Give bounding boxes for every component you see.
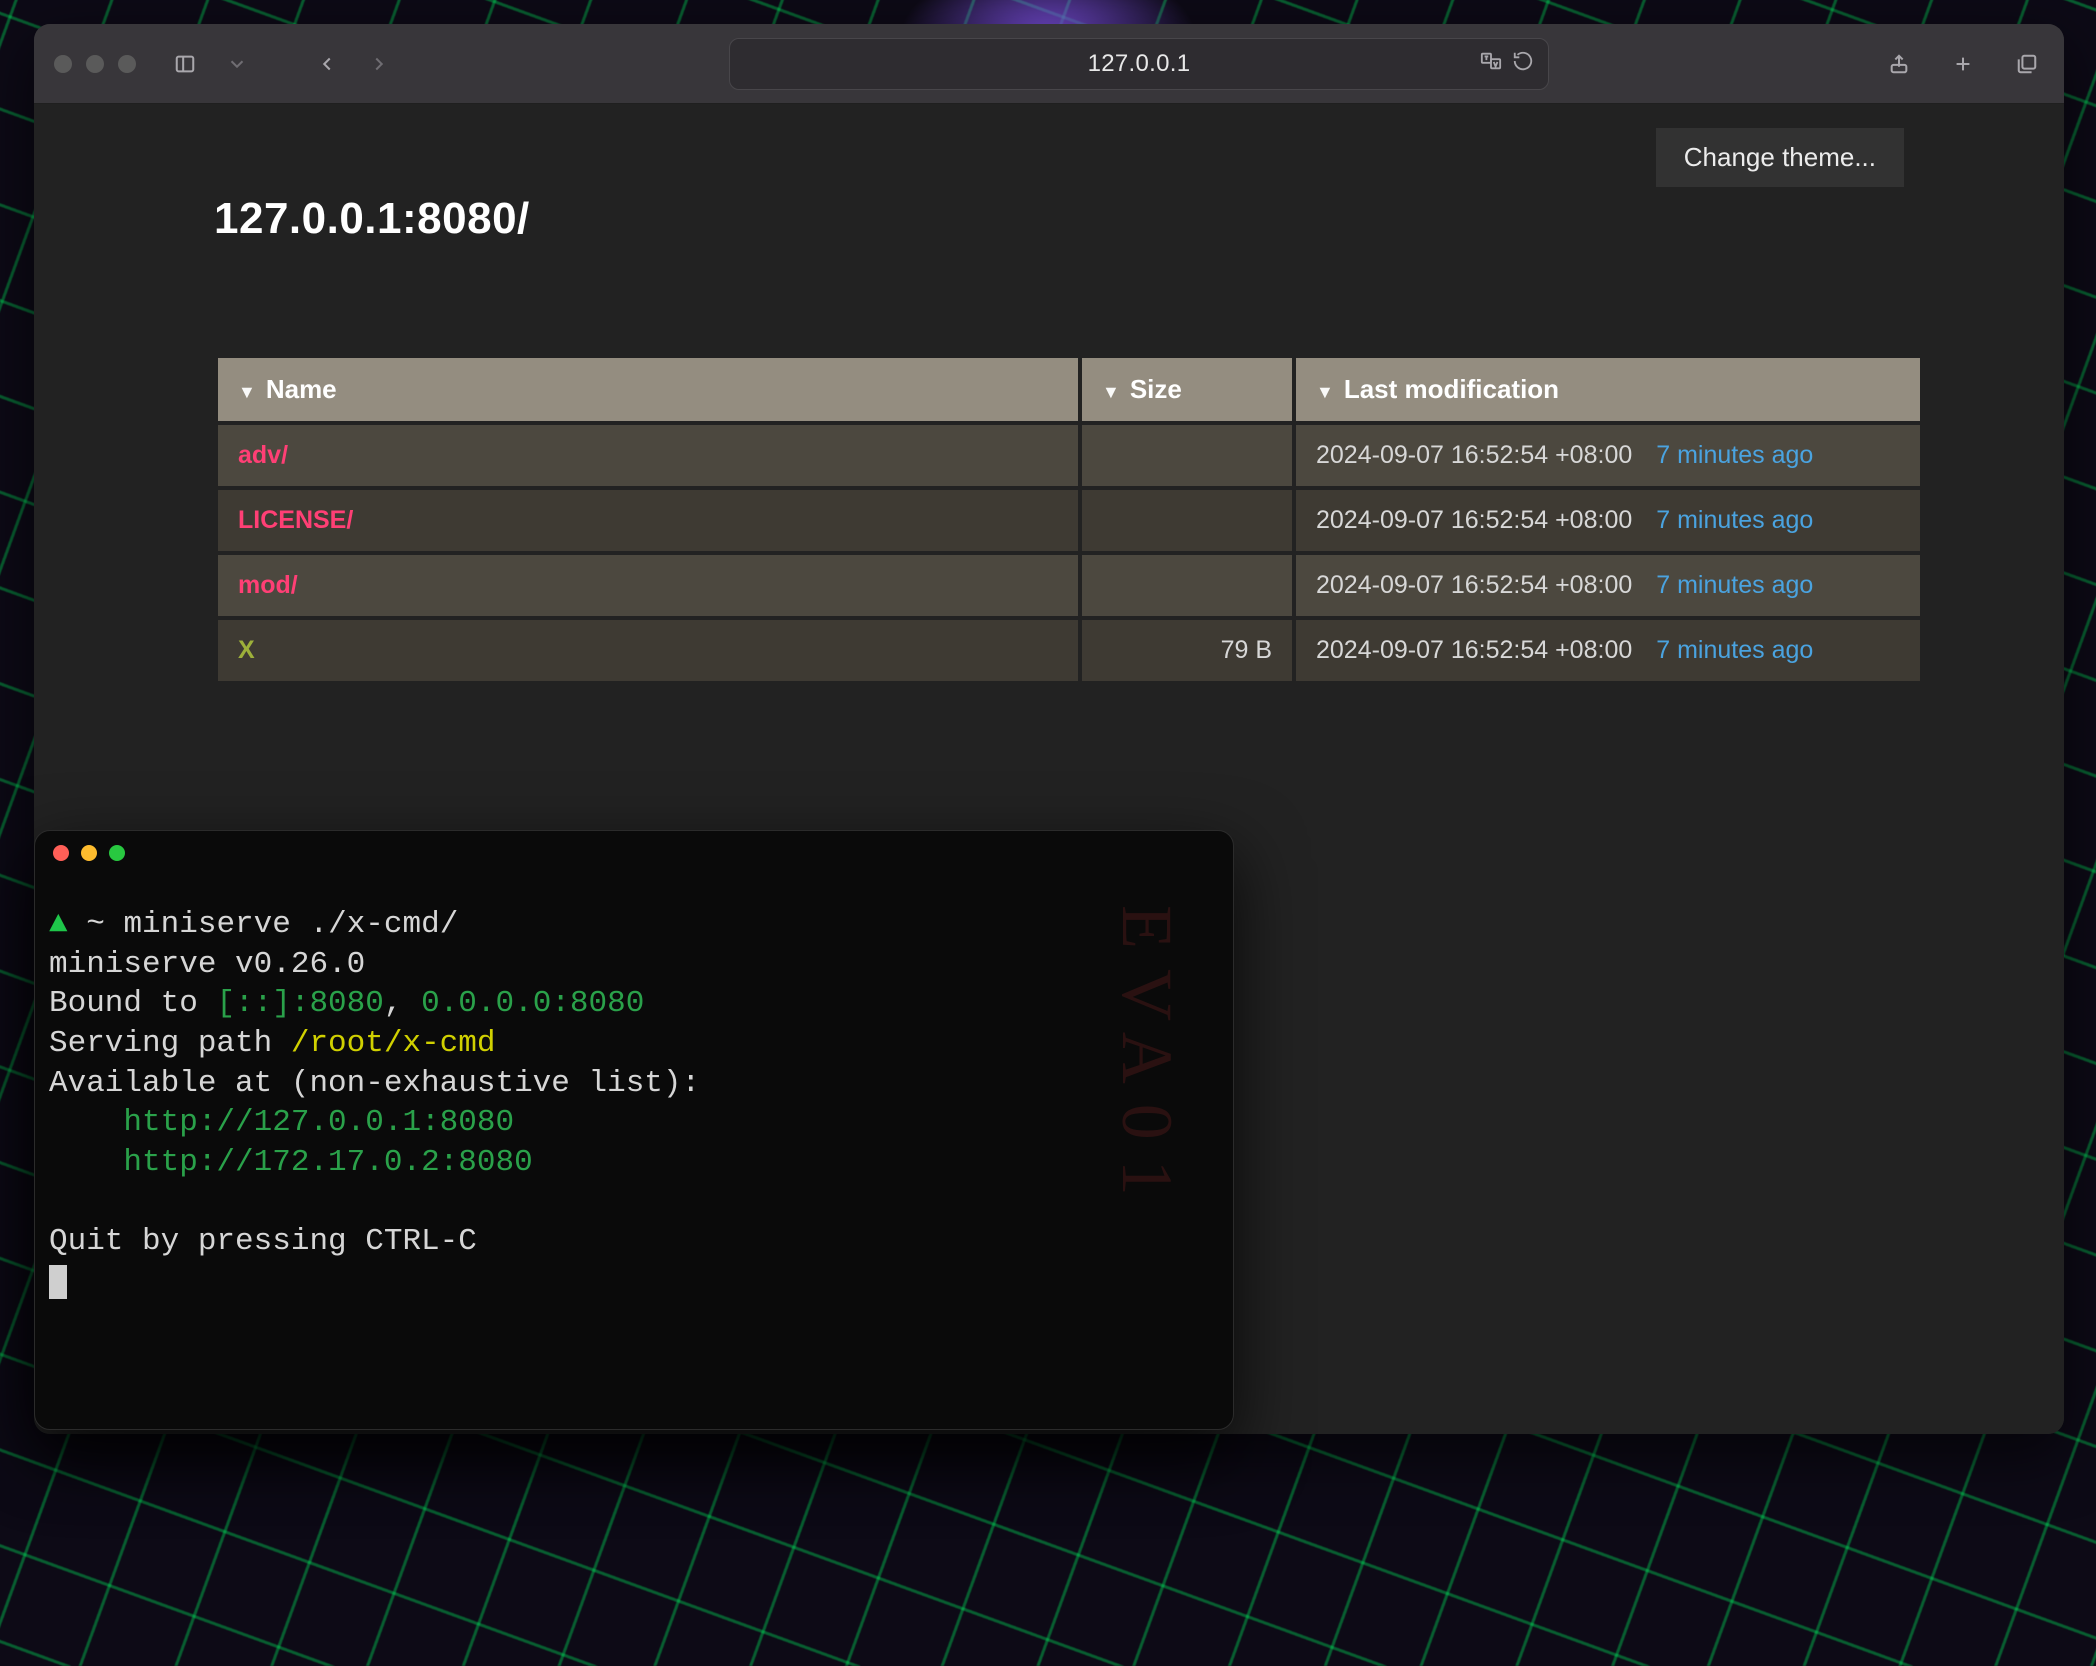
modified-cell: 2024-09-07 16:52:54 +08:007 minutes ago — [1296, 555, 1920, 616]
dir-link[interactable]: mod/ — [238, 571, 298, 599]
chevron-down-icon[interactable] — [220, 47, 254, 81]
file-listing-table: ▼Name ▼Size ▼Last modification adv/ 2024… — [214, 354, 1924, 685]
size-cell — [1082, 425, 1292, 486]
dir-link[interactable]: adv/ — [238, 441, 288, 469]
size-cell — [1082, 555, 1292, 616]
file-link[interactable]: X — [238, 636, 255, 664]
modified-cell: 2024-09-07 16:52:54 +08:007 minutes ago — [1296, 490, 1920, 551]
share-icon[interactable] — [1882, 47, 1916, 81]
terminal-window[interactable]: EVA01 ▲ ~ miniserve ./x-cmd/ miniserve v… — [34, 830, 1234, 1430]
change-theme-button[interactable]: Change theme... — [1656, 128, 1904, 187]
new-tab-icon[interactable] — [1946, 47, 1980, 81]
col-size-header[interactable]: ▼Size — [1082, 358, 1292, 421]
modified-cell: 2024-09-07 16:52:54 +08:007 minutes ago — [1296, 425, 1920, 486]
table-row: LICENSE/ 2024-09-07 16:52:54 +08:007 min… — [218, 490, 1920, 551]
size-cell: 79 B — [1082, 620, 1292, 681]
terminal-cursor — [49, 1265, 67, 1299]
modified-cell: 2024-09-07 16:52:54 +08:007 minutes ago — [1296, 620, 1920, 681]
browser-toolbar: 127.0.0.1 — [34, 24, 2064, 104]
page-title: 127.0.0.1:8080/ — [214, 194, 1884, 244]
dir-link[interactable]: LICENSE/ — [238, 506, 353, 534]
forward-icon[interactable] — [362, 47, 396, 81]
url-bar[interactable]: 127.0.0.1 — [729, 38, 1549, 90]
sidebar-toggle-icon[interactable] — [168, 47, 202, 81]
table-row: X 79 B 2024-09-07 16:52:54 +08:007 minut… — [218, 620, 1920, 681]
table-row: mod/ 2024-09-07 16:52:54 +08:007 minutes… — [218, 555, 1920, 616]
window-controls[interactable] — [54, 55, 136, 73]
terminal-body[interactable]: EVA01 ▲ ~ miniserve ./x-cmd/ miniserve v… — [35, 875, 1233, 1429]
zoom-dot[interactable] — [109, 845, 125, 861]
translate-icon[interactable] — [1480, 50, 1502, 77]
tabs-icon[interactable] — [2010, 47, 2044, 81]
zoom-dot[interactable] — [118, 55, 136, 73]
url-text: 127.0.0.1 — [1088, 50, 1191, 78]
col-modified-header[interactable]: ▼Last modification — [1296, 358, 1920, 421]
terminal-titlebar[interactable] — [35, 831, 1233, 875]
col-name-header[interactable]: ▼Name — [218, 358, 1078, 421]
minimize-dot[interactable] — [81, 845, 97, 861]
minimize-dot[interactable] — [86, 55, 104, 73]
close-dot[interactable] — [53, 845, 69, 861]
size-cell — [1082, 490, 1292, 551]
reload-icon[interactable] — [1512, 50, 1534, 77]
close-dot[interactable] — [54, 55, 72, 73]
back-icon[interactable] — [310, 47, 344, 81]
table-row: adv/ 2024-09-07 16:52:54 +08:007 minutes… — [218, 425, 1920, 486]
terminal-output: ▲ ~ miniserve ./x-cmd/ miniserve v0.26.0… — [49, 905, 1219, 1302]
